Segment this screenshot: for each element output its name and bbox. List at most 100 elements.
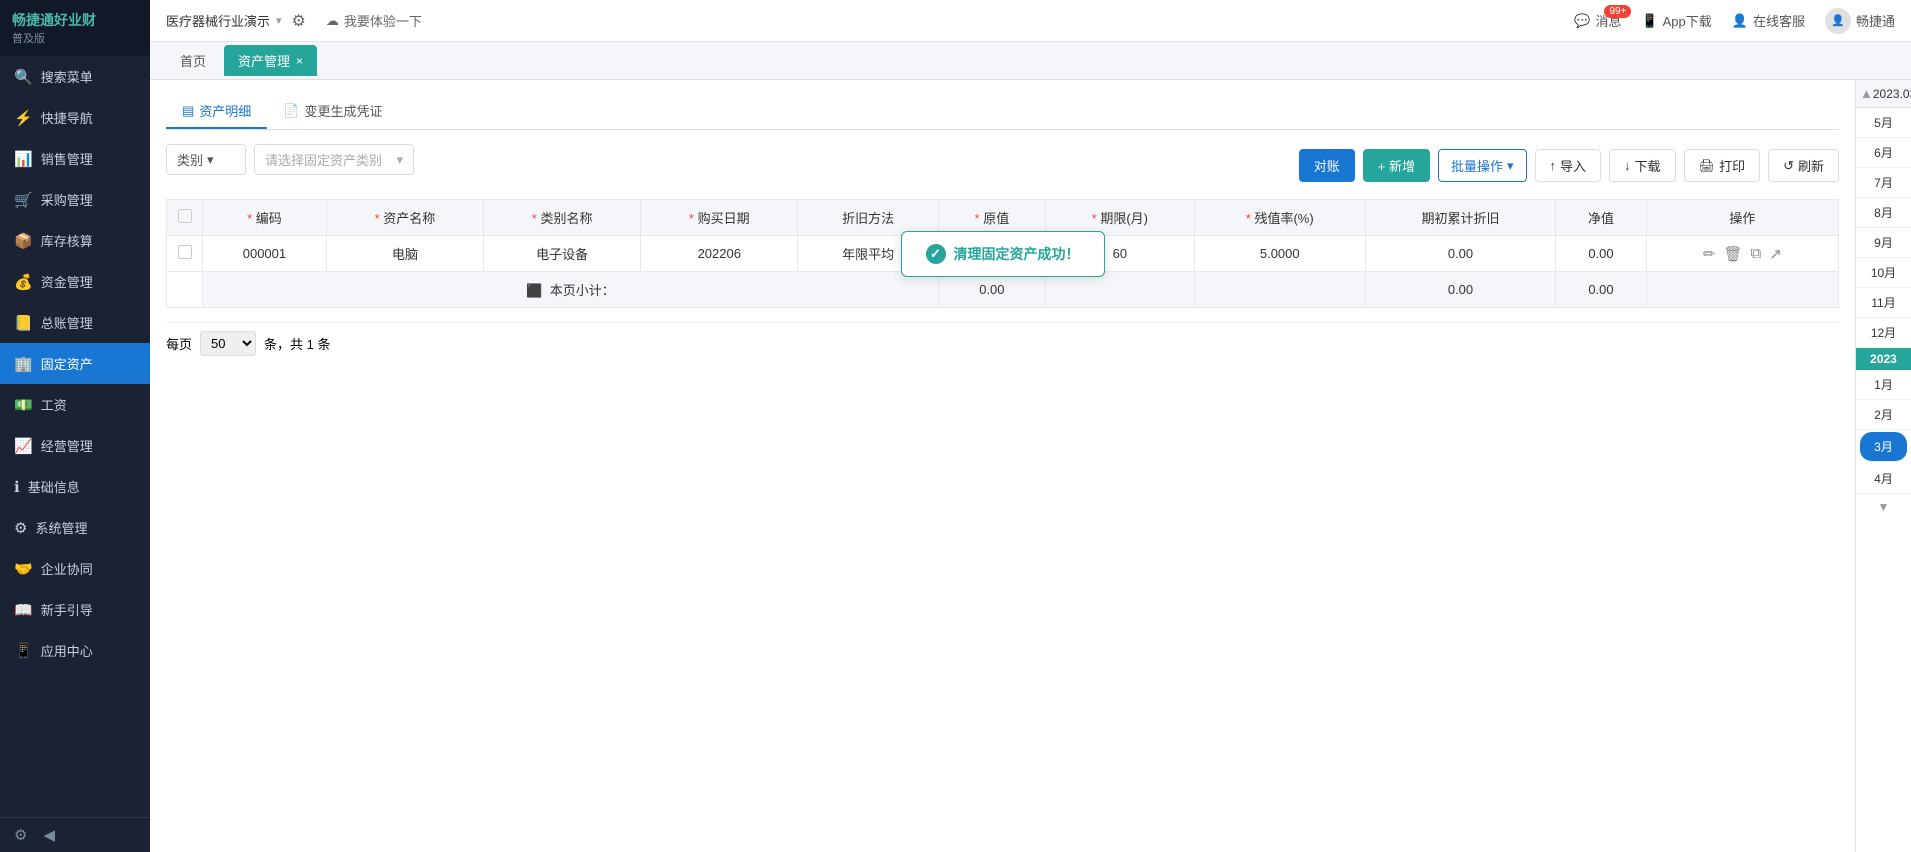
system-icon: ⚙ (14, 519, 27, 537)
download-button[interactable]: ↓ 下载 (1609, 149, 1676, 182)
table-wrapper: * 编码 * 资产名称 * 类别名称 * 购买日期 折旧方法 * 原值 * 期限… (166, 199, 1839, 308)
batch-label: 批量操作 (1451, 156, 1503, 175)
sidebar-item-sales[interactable]: 📊 销售管理 (0, 138, 150, 179)
total-label: 条，共 1 条 (264, 334, 330, 353)
sidebar-item-funds[interactable]: 💰资金管理 (0, 261, 150, 302)
collapse-icon[interactable]: ◀ (43, 826, 55, 844)
select-all-checkbox[interactable] (178, 209, 192, 223)
online-service-label: 在线客服 (1753, 11, 1805, 30)
calendar-month[interactable]: 11月 (1856, 288, 1911, 318)
calendar-month[interactable]: 3月 (1860, 432, 1907, 462)
user-menu[interactable]: 👤 畅捷通 (1825, 8, 1895, 34)
success-icon: ✓ (926, 244, 946, 264)
row-checkbox[interactable] (178, 245, 192, 259)
import-label: 导入 (1560, 156, 1586, 175)
app-download-button[interactable]: 📱 App下载 (1641, 11, 1711, 30)
sidebar-item-label: 系统管理 (35, 518, 87, 537)
change-voucher-label: 变更生成凭证 (305, 101, 383, 120)
tab-home-label: 首页 (180, 51, 206, 70)
header-residual-rate: * 残值率(%) (1194, 200, 1365, 236)
refresh-icon: ↺ (1783, 158, 1794, 174)
calendar-next-icon[interactable]: ▼ (1856, 494, 1911, 520)
calendar-month[interactable]: 8月 (1856, 198, 1911, 228)
print-icon: 🖨 (1699, 158, 1716, 174)
batch-operations-button[interactable]: 批量操作 ▾ (1438, 149, 1527, 182)
tab-asset-management[interactable]: 资产管理 × (224, 45, 317, 76)
calendar-month[interactable]: 9月 (1856, 228, 1911, 258)
company-chevron-icon: ▾ (276, 14, 282, 27)
sales-icon: 📊 (14, 150, 33, 168)
copy-icon[interactable]: ⧉ (1751, 245, 1762, 262)
main-area: 医疗器械行业演示 ▾ ⚙ ☁ 我要体验一下 💬 消息 99+ 📱 App下载 👤… (150, 0, 1911, 852)
company-name: 医疗器械行业演示 (166, 11, 270, 30)
toolbar-left: 类别 ▾ 请选择固定资产类别 ▾ (166, 144, 414, 187)
more-icon[interactable]: ↗ (1769, 245, 1782, 263)
company-selector[interactable]: 医疗器械行业演示 ▾ (166, 11, 282, 30)
calendar-month[interactable]: 5月 (1856, 108, 1911, 138)
calendar-month[interactable]: 12月 (1856, 318, 1911, 348)
sidebar-item-operations[interactable]: 📈 经营管理 (0, 425, 150, 466)
tab-close-icon[interactable]: × (296, 54, 303, 68)
tab-home[interactable]: 首页 (166, 45, 220, 76)
refresh-button[interactable]: ↺ 刷新 (1768, 149, 1839, 182)
reconcile-button[interactable]: 对账 (1299, 149, 1355, 182)
online-service-button[interactable]: 👤 在线客服 (1732, 11, 1805, 30)
subtotal-net: 0.00 (1556, 272, 1646, 308)
calendar-panel: ▲ 2023.03 5月6月7月8月9月10月11月12月 2023 1月2月3… (1855, 80, 1911, 852)
calendar-month[interactable]: 4月 (1856, 464, 1911, 494)
sidebar-item-label: 销售管理 (41, 149, 93, 168)
sidebar-item-ledger[interactable]: 📒总账管理 (0, 302, 150, 343)
trial-button[interactable]: ☁ 我要体验一下 (326, 11, 422, 30)
sub-tab-change-voucher[interactable]: 📄 变更生成凭证 (267, 94, 398, 129)
row-code: 000001 (203, 236, 327, 272)
calendar-month[interactable]: 6月 (1856, 138, 1911, 168)
sidebar-item-label: 新手引导 (41, 600, 93, 619)
category-placeholder: 请选择固定资产类别 (265, 150, 382, 169)
message-icon: 💬 (1574, 13, 1590, 29)
category-input[interactable]: 请选择固定资产类别 ▾ (254, 144, 414, 175)
sidebar-item-quick-nav[interactable]: ⚡快捷导航 (0, 97, 150, 138)
app-download-icon: 📱 (1641, 13, 1657, 29)
category-filter[interactable]: 类别 ▾ (166, 144, 246, 175)
import-button[interactable]: ↑ 导入 (1535, 149, 1602, 182)
subtotal-label: ⬛ 本页小计： (203, 272, 939, 308)
sub-tab-asset-detail[interactable]: ▤ 资产明细 (166, 94, 267, 129)
operations-icon: 📈 (14, 437, 33, 455)
sidebar-item-fixed-assets[interactable]: 🏢固定资产 (0, 343, 150, 384)
new-button[interactable]: + 新增 (1363, 149, 1430, 182)
calendar-month[interactable]: 7月 (1856, 168, 1911, 198)
sidebar-item-basic-info[interactable]: ℹ基础信息 (0, 466, 150, 507)
calendar-month[interactable]: 2月 (1856, 400, 1911, 430)
print-button[interactable]: 🖨 打印 (1684, 149, 1761, 182)
sidebar-item-label: 经营管理 (41, 436, 93, 455)
cloud-icon: ☁ (326, 13, 339, 29)
payroll-icon: 💵 (14, 396, 33, 414)
calendar-prev-icon[interactable]: ▲ (1860, 86, 1873, 101)
sidebar-item-purchase[interactable]: 🛒 采购管理 (0, 179, 150, 220)
sidebar-item-payroll[interactable]: 💵工资 (0, 384, 150, 425)
service-icon: 👤 (1732, 13, 1748, 29)
calendar-month[interactable]: 10月 (1856, 258, 1911, 288)
asset-detail-icon: ▤ (182, 103, 194, 119)
sidebar-item-app-center[interactable]: 📱应用中心 (0, 630, 150, 671)
avatar: 👤 (1825, 8, 1851, 34)
basic-info-icon: ℹ (14, 478, 20, 496)
sidebar-item-guide[interactable]: 📖 新手引导 (0, 589, 150, 630)
guide-icon: 📖 (14, 601, 33, 619)
sidebar-item-search-menu[interactable]: 🔍搜索菜单 (0, 56, 150, 97)
calendar-month[interactable]: 1月 (1856, 370, 1911, 400)
settings-icon[interactable]: ⚙ (14, 826, 27, 844)
calendar-year-label: 2023 (1856, 348, 1911, 370)
sidebar-item-system[interactable]: ⚙ 系统管理 (0, 507, 150, 548)
toolbar: 类别 ▾ 请选择固定资产类别 ▾ 对账 + 新增 批量操作 ▾ (166, 144, 1839, 187)
purchase-icon: 🛒 (14, 191, 33, 209)
sidebar-item-label: 采购管理 (41, 190, 93, 209)
per-page-select[interactable]: 50 10 20 100 (200, 331, 256, 356)
sidebar-item-inventory[interactable]: 📦库存核算 (0, 220, 150, 261)
messages-button[interactable]: 💬 消息 99+ (1574, 11, 1621, 30)
sidebar-item-cooperation[interactable]: 🤝企业协同 (0, 548, 150, 589)
delete-icon[interactable]: 🗑 (1723, 245, 1742, 263)
row-purchase-date: 202206 (641, 236, 798, 272)
topbar-settings-icon[interactable]: ⚙ (292, 11, 306, 31)
edit-icon[interactable]: ✏ (1703, 245, 1716, 263)
